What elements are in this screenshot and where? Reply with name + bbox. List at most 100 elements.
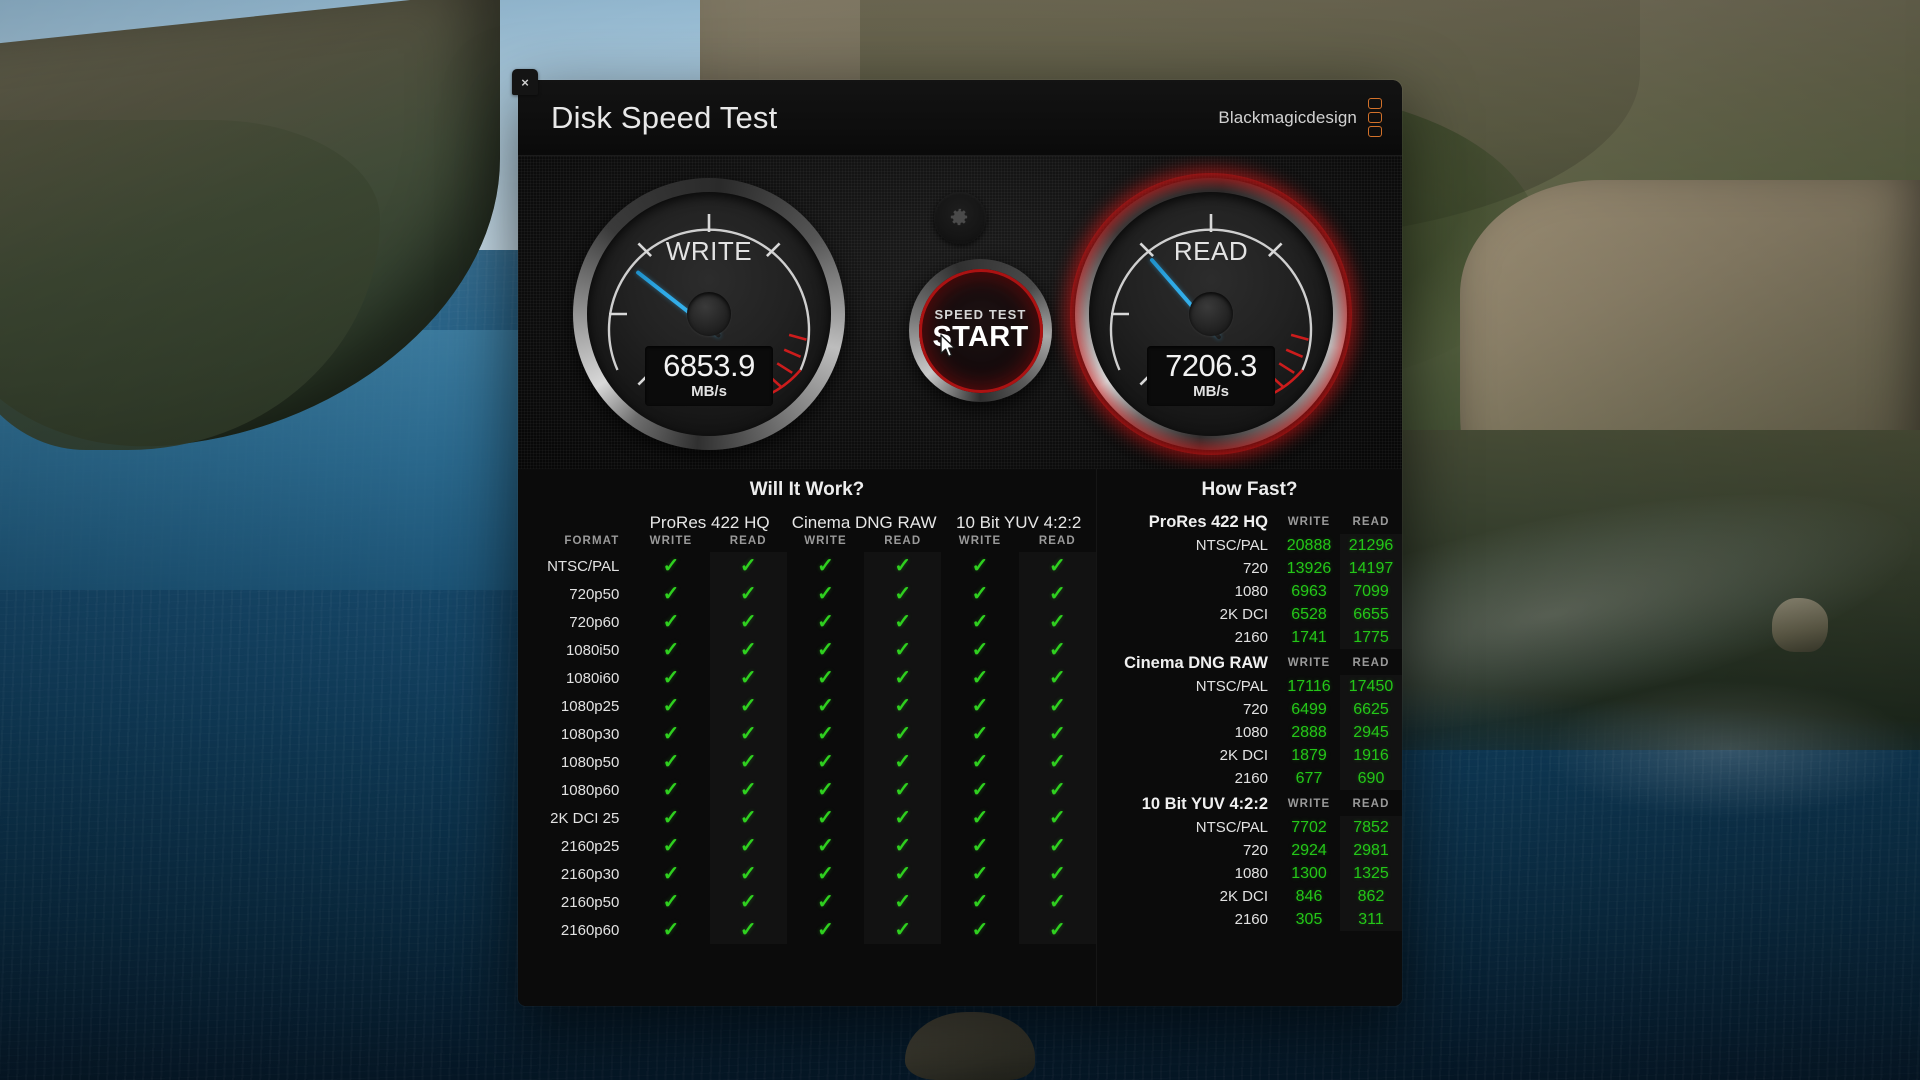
- support-cell: ✓: [1019, 888, 1096, 916]
- how-fast-write-value: 6528: [1291, 605, 1327, 623]
- check-icon: ✓: [1048, 554, 1066, 577]
- list-item: 1080 6963 7099: [1097, 580, 1402, 603]
- support-cell: ✓: [864, 552, 941, 580]
- check-icon: ✓: [739, 638, 757, 661]
- check-icon: ✓: [662, 666, 680, 689]
- support-cell: ✓: [1019, 608, 1096, 636]
- how-fast-format-name: 10 Bit YUV 4:2:2: [1141, 795, 1268, 813]
- check-icon: ✓: [971, 806, 989, 829]
- write-unit: MB/s: [691, 383, 727, 400]
- format-label: 2160p60: [560, 921, 620, 939]
- check-icon: ✓: [971, 666, 989, 689]
- check-icon: ✓: [971, 834, 989, 857]
- write-gauge: WRITE 6853.9 MB/s: [573, 178, 845, 450]
- support-cell: ✓: [632, 664, 709, 692]
- support-cell: ✓: [864, 888, 941, 916]
- how-fast-header-row: 10 Bit YUV 4:2:2 WRITE READ: [1097, 795, 1402, 816]
- check-icon: ✓: [739, 918, 757, 941]
- check-icon: ✓: [894, 666, 912, 689]
- check-icon: ✓: [894, 750, 912, 773]
- how-fast-write-value: 7702: [1291, 818, 1327, 836]
- how-fast-write-value: 677: [1295, 769, 1323, 787]
- speed-test-start-button[interactable]: SPEED TEST START: [909, 259, 1052, 402]
- check-icon: ✓: [662, 890, 680, 913]
- check-icon: ✓: [817, 806, 834, 829]
- support-cell: ✓: [710, 636, 787, 664]
- support-cell: ✓: [864, 580, 941, 608]
- gear-icon[interactable]: [934, 192, 986, 244]
- support-cell: ✓: [632, 608, 709, 636]
- support-cell: ✓: [632, 636, 709, 664]
- format-label: 1080i60: [565, 669, 620, 687]
- how-fast-read-value: 311: [1340, 908, 1402, 931]
- write-gauge-hub: [687, 292, 731, 336]
- check-icon: ✓: [971, 554, 989, 577]
- how-fast-row-label: 720: [1242, 842, 1268, 859]
- how-fast-header-row: Cinema DNG RAW WRITE READ: [1097, 654, 1402, 675]
- read-value: 7206.3: [1165, 348, 1257, 384]
- check-icon: ✓: [662, 778, 680, 801]
- check-icon: ✓: [817, 890, 834, 913]
- check-icon: ✓: [971, 582, 989, 605]
- support-cell: ✓: [710, 664, 787, 692]
- how-fast-write-value: 1741: [1291, 628, 1327, 646]
- list-item: 720 6499 6625: [1097, 698, 1402, 721]
- support-cell: ✓: [941, 804, 1018, 832]
- how-fast-block: ProRes 422 HQ WRITE READ NTSC/PAL 20888 21296…: [1097, 513, 1402, 649]
- how-fast-read-value: 1916: [1340, 744, 1402, 767]
- support-cell: ✓: [632, 692, 709, 720]
- how-fast-row-label: 2160: [1234, 770, 1268, 787]
- support-cell: ✓: [710, 608, 787, 636]
- check-icon: ✓: [739, 890, 757, 913]
- check-icon: ✓: [1048, 750, 1066, 773]
- check-icon: ✓: [739, 582, 757, 605]
- list-item: NTSC/PAL 20888 21296: [1097, 534, 1402, 557]
- support-cell: ✓: [941, 608, 1018, 636]
- how-fast-write-value: 20888: [1286, 536, 1332, 554]
- check-icon: ✓: [894, 722, 912, 745]
- how-fast-block: 10 Bit YUV 4:2:2 WRITE READ NTSC/PAL 7702 785…: [1097, 795, 1402, 931]
- table-row: 1080i60 ✓ ✓ ✓ ✓ ✓ ✓: [518, 664, 1096, 692]
- check-icon: ✓: [817, 918, 834, 941]
- check-icon: ✓: [817, 778, 834, 801]
- check-icon: ✓: [662, 582, 680, 605]
- group-header-2: 10 Bit YUV 4:2:2: [956, 513, 1082, 532]
- sub-header-2-write: WRITE: [958, 535, 1002, 547]
- how-fast-body: ProRes 422 HQ WRITE READ NTSC/PAL 20888 21296…: [1097, 513, 1402, 931]
- format-label: NTSC/PAL: [547, 557, 620, 575]
- support-cell: ✓: [1019, 916, 1096, 944]
- check-icon: ✓: [662, 806, 680, 829]
- close-icon[interactable]: ×: [512, 69, 538, 95]
- will-it-work-subheader-row: FORMAT WRITE READ WRITE READ WRITE READ: [518, 535, 1096, 552]
- format-label: 2160p50: [560, 893, 620, 911]
- check-icon: ✓: [1048, 722, 1066, 745]
- sub-header-0-read: READ: [729, 535, 767, 547]
- check-icon: ✓: [1048, 778, 1066, 801]
- how-fast-row-label: 720: [1242, 560, 1268, 577]
- how-fast-table: ProRes 422 HQ WRITE READ NTSC/PAL 20888 21296…: [1097, 513, 1402, 649]
- check-icon: ✓: [894, 918, 912, 941]
- results-area: Will It Work? ProRes 422 HQ Cinema DNG R…: [518, 469, 1402, 1006]
- check-icon: ✓: [971, 778, 989, 801]
- will-it-work-title: Will It Work?: [749, 479, 865, 500]
- support-cell: ✓: [710, 888, 787, 916]
- support-cell: ✓: [710, 804, 787, 832]
- support-cell: ✓: [787, 636, 864, 664]
- how-fast-col-header: WRITE: [1287, 657, 1331, 669]
- support-cell: ✓: [787, 804, 864, 832]
- format-label: 720p50: [569, 585, 620, 603]
- table-row: 2160p30 ✓ ✓ ✓ ✓ ✓ ✓: [518, 860, 1096, 888]
- check-icon: ✓: [817, 862, 834, 885]
- how-fast-read-value: 21296: [1340, 534, 1402, 557]
- table-row: 1080p60 ✓ ✓ ✓ ✓ ✓ ✓: [518, 776, 1096, 804]
- check-icon: ✓: [971, 862, 989, 885]
- support-cell: ✓: [632, 776, 709, 804]
- table-row: 2K DCI 25 ✓ ✓ ✓ ✓ ✓ ✓: [518, 804, 1096, 832]
- check-icon: ✓: [1048, 806, 1066, 829]
- blackmagic-logo-icon: [1368, 98, 1382, 137]
- support-cell: ✓: [941, 636, 1018, 664]
- check-icon: ✓: [817, 750, 834, 773]
- support-cell: ✓: [710, 552, 787, 580]
- support-cell: ✓: [710, 692, 787, 720]
- format-label: 720p60: [569, 613, 620, 631]
